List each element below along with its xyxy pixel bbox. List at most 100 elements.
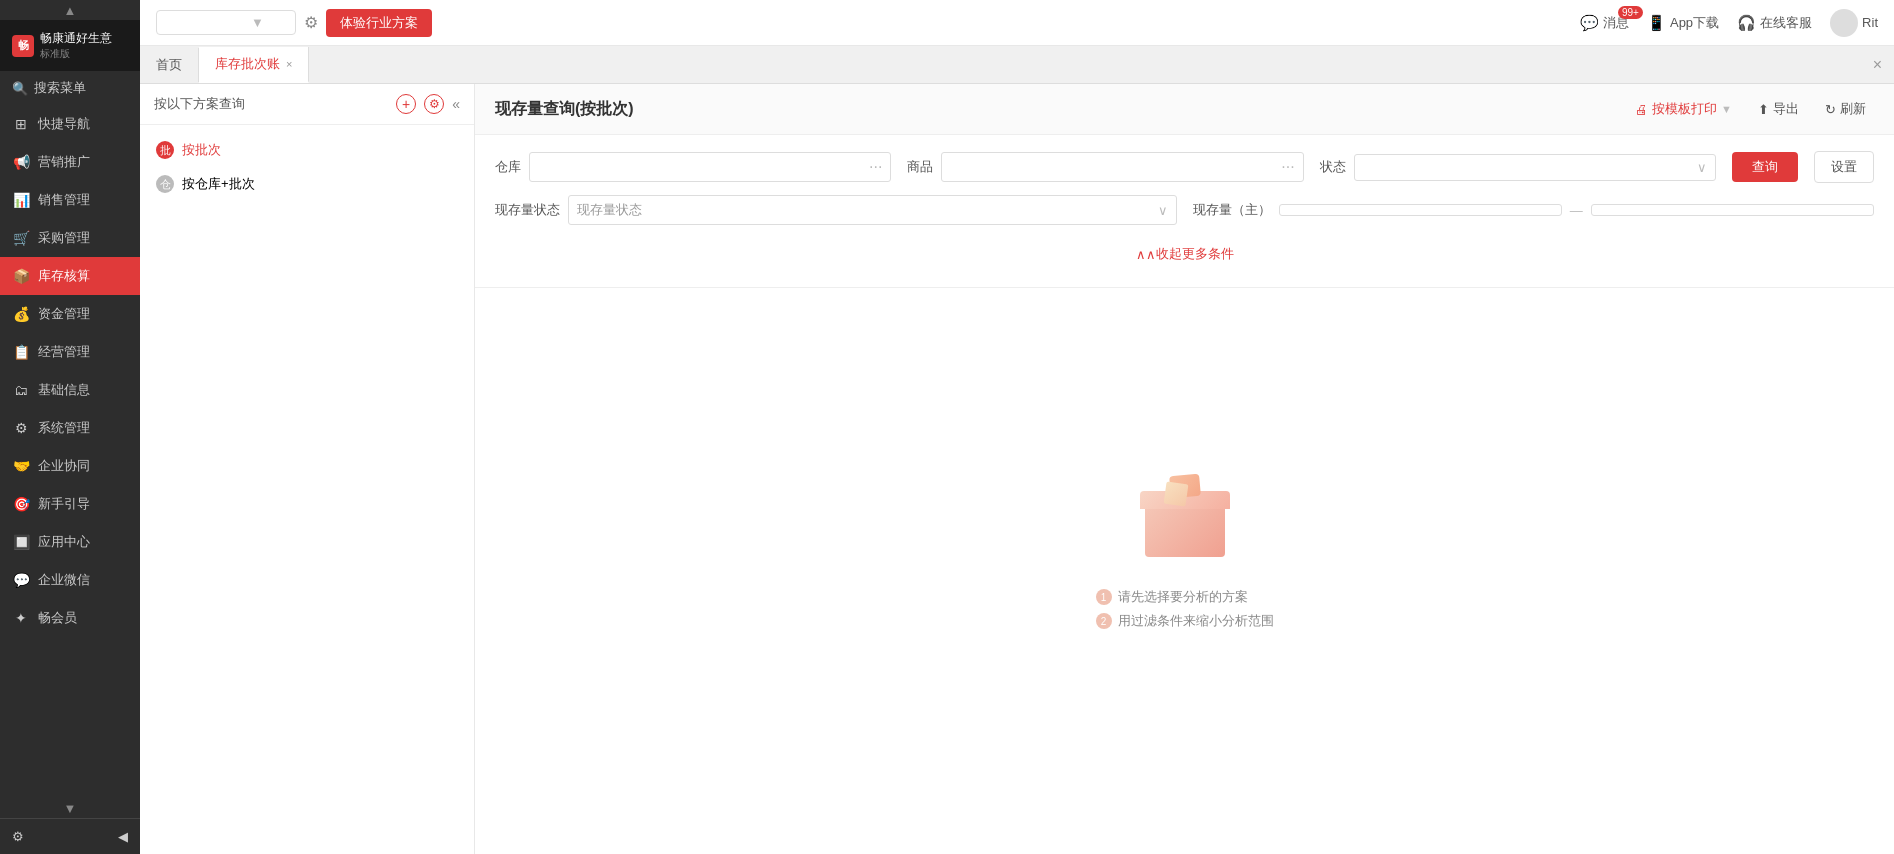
stock-status-filter: 现存量状态 现存量状态 ∨ <box>495 195 1177 225</box>
app-name-group: 畅康通好生意 标准版 <box>40 30 112 61</box>
right-content: 现存量查询(按批次) 🖨 按模板打印 ▼ ⬆ 导出 ↻ <box>475 84 1894 854</box>
scheme-item-by-batch[interactable]: 批 按批次 <box>140 133 474 167</box>
tab-close-btn[interactable]: × <box>286 58 292 70</box>
operations-icon: 📋 <box>12 343 30 361</box>
app-name: 畅康通好生意 <box>40 30 112 47</box>
status-arrow: ∨ <box>1697 160 1707 175</box>
left-panel-collapse-btn[interactable]: « <box>452 96 460 112</box>
sidebar-item-enterprise[interactable]: 🤝 企业协同 <box>0 447 140 485</box>
export-btn[interactable]: ⬆ 导出 <box>1750 96 1807 122</box>
collapse-row[interactable]: ∧∧ 收起更多条件 <box>495 237 1874 271</box>
sidebar-scroll-up[interactable]: ▲ <box>0 0 140 20</box>
top-bar-left: ▼ ⚙ 体验行业方案 <box>156 9 1570 37</box>
sidebar-item-operations[interactable]: 📋 经营管理 <box>0 333 140 371</box>
sidebar-collapse-btn[interactable]: ◀ <box>118 829 128 844</box>
tip-text-1: 请先选择要分析的方案 <box>1118 588 1248 606</box>
sidebar-item-quick-nav[interactable]: ⊞ 快捷导航 <box>0 105 140 143</box>
sidebar-item-newbie[interactable]: 🎯 新手引导 <box>0 485 140 523</box>
print-template-btn[interactable]: 🖨 按模板打印 ▼ <box>1627 96 1740 122</box>
stock-qty-end[interactable] <box>1591 204 1874 216</box>
online-service-label: 在线客服 <box>1760 14 1812 32</box>
app-download-label: App下载 <box>1670 14 1719 32</box>
messages-group[interactable]: 💬 消息 99+ <box>1580 14 1629 32</box>
empty-box <box>1135 467 1235 557</box>
sidebar-footer-gear[interactable]: ⚙ <box>12 829 24 844</box>
refresh-icon: ↻ <box>1825 102 1836 117</box>
product-input[interactable]: ··· <box>941 152 1303 182</box>
sidebar-search[interactable]: 🔍 搜索菜单 <box>0 71 140 105</box>
warehouse-dots-btn[interactable]: ··· <box>869 158 882 176</box>
refresh-label: 刷新 <box>1840 100 1866 118</box>
stock-qty-filter: 现存量（主） — <box>1193 201 1875 219</box>
sidebar-item-system[interactable]: ⚙ 系统管理 <box>0 409 140 447</box>
app-download-group[interactable]: 📱 App下载 <box>1647 14 1719 32</box>
newbie-icon: 🎯 <box>12 495 30 513</box>
scheme-settings-btn[interactable]: ⚙ <box>424 94 444 114</box>
scheme-item-by-warehouse-batch[interactable]: 仓 按仓库+批次 <box>140 167 474 201</box>
sidebar-scroll-down[interactable]: ▼ <box>0 798 140 818</box>
collapse-up-icon: ∧∧ <box>1136 247 1156 262</box>
online-service-group[interactable]: 🎧 在线客服 <box>1737 14 1812 32</box>
tab-home[interactable]: 首页 <box>140 48 199 82</box>
tab-label-inventory-batch: 库存批次账 <box>215 55 280 73</box>
empty-tip-2: 2 用过滤条件来缩小分析范围 <box>1096 612 1274 630</box>
filter-settings-btn[interactable]: 设置 <box>1814 151 1874 183</box>
nav-label-system: 系统管理 <box>38 419 90 437</box>
search-input[interactable] <box>167 15 247 30</box>
search-icon: 🔍 <box>12 81 28 96</box>
sidebar-header: 畅 畅康通好生意 标准版 <box>0 20 140 71</box>
sidebar-item-marketing[interactable]: 📢 营销推广 <box>0 143 140 181</box>
tip-num-2: 2 <box>1096 613 1112 629</box>
sidebar: ▲ 畅 畅康通好生意 标准版 🔍 搜索菜单 ⊞ 快捷导航 📢 营销推广 📊 销售… <box>0 0 140 854</box>
tip-num-1: 1 <box>1096 589 1112 605</box>
page-title-actions: 🖨 按模板打印 ▼ ⬆ 导出 ↻ 刷新 <box>1627 96 1874 122</box>
sidebar-item-appstore[interactable]: 🔲 应用中心 <box>0 523 140 561</box>
finance-icon: 💰 <box>12 305 30 323</box>
scheme-label-by-warehouse-batch: 按仓库+批次 <box>182 175 255 193</box>
gear-icon: ⚙ <box>12 829 24 844</box>
phone-icon: 📱 <box>1647 14 1666 32</box>
add-scheme-btn[interactable]: + <box>396 94 416 114</box>
filter-row-1: 仓库 ··· 商品 ··· <box>495 151 1874 183</box>
stock-status-arrow: ∨ <box>1158 203 1168 218</box>
warehouse-input[interactable]: ··· <box>529 152 891 182</box>
sidebar-item-wechat[interactable]: 💬 企业微信 <box>0 561 140 599</box>
experience-btn[interactable]: 体验行业方案 <box>326 9 432 37</box>
collapse-label: 收起更多条件 <box>1156 245 1234 263</box>
empty-tips: 1 请先选择要分析的方案 2 用过滤条件来缩小分析范围 <box>1096 588 1274 630</box>
tab-panel-close-btn[interactable]: × <box>1873 56 1882 74</box>
tab-inventory-batch[interactable]: 库存批次账 × <box>199 47 309 83</box>
settings-icon[interactable]: ⚙ <box>304 13 318 32</box>
sidebar-item-inventory[interactable]: 📦 库存核算 <box>0 257 140 295</box>
print-dropdown-icon: ▼ <box>1721 103 1732 115</box>
nav-label-enterprise: 企业协同 <box>38 457 90 475</box>
filter-row-2: 现存量状态 现存量状态 ∨ 现存量（主） — <box>495 195 1874 225</box>
stock-qty-start[interactable] <box>1279 204 1562 216</box>
sidebar-search-label: 搜索菜单 <box>34 79 86 97</box>
purchase-icon: 🛒 <box>12 229 30 247</box>
status-select[interactable]: ∨ <box>1354 154 1716 181</box>
app-version: 标准版 <box>40 47 112 61</box>
refresh-btn[interactable]: ↻ 刷新 <box>1817 96 1874 122</box>
sidebar-item-finance[interactable]: 💰 资金管理 <box>0 295 140 333</box>
user-group[interactable]: Rit <box>1830 9 1878 37</box>
empty-tip-1: 1 请先选择要分析的方案 <box>1096 588 1274 606</box>
top-bar-search[interactable]: ▼ <box>156 10 296 35</box>
sidebar-item-sales[interactable]: 📊 销售管理 <box>0 181 140 219</box>
sidebar-item-member[interactable]: ✦ 畅会员 <box>0 599 140 637</box>
query-btn[interactable]: 查询 <box>1732 152 1798 182</box>
left-panel-title: 按以下方案查询 <box>154 95 245 113</box>
enterprise-icon: 🤝 <box>12 457 30 475</box>
quick-nav-icon: ⊞ <box>12 115 30 133</box>
sidebar-item-basic[interactable]: 🗂 基础信息 <box>0 371 140 409</box>
sidebar-item-purchase[interactable]: 🛒 采购管理 <box>0 219 140 257</box>
product-dots-btn[interactable]: ··· <box>1281 158 1294 176</box>
nav-label-inventory: 库存核算 <box>38 267 90 285</box>
user-name: Rit <box>1862 15 1878 30</box>
stock-status-select[interactable]: 现存量状态 ∨ <box>568 195 1177 225</box>
headset-icon: 🎧 <box>1737 14 1756 32</box>
main-area: ▼ ⚙ 体验行业方案 💬 消息 99+ 📱 App下载 🎧 在线客服 <box>140 0 1894 854</box>
user-avatar <box>1830 9 1858 37</box>
system-icon: ⚙ <box>12 419 30 437</box>
sidebar-footer: ⚙ ◀ <box>0 818 140 854</box>
